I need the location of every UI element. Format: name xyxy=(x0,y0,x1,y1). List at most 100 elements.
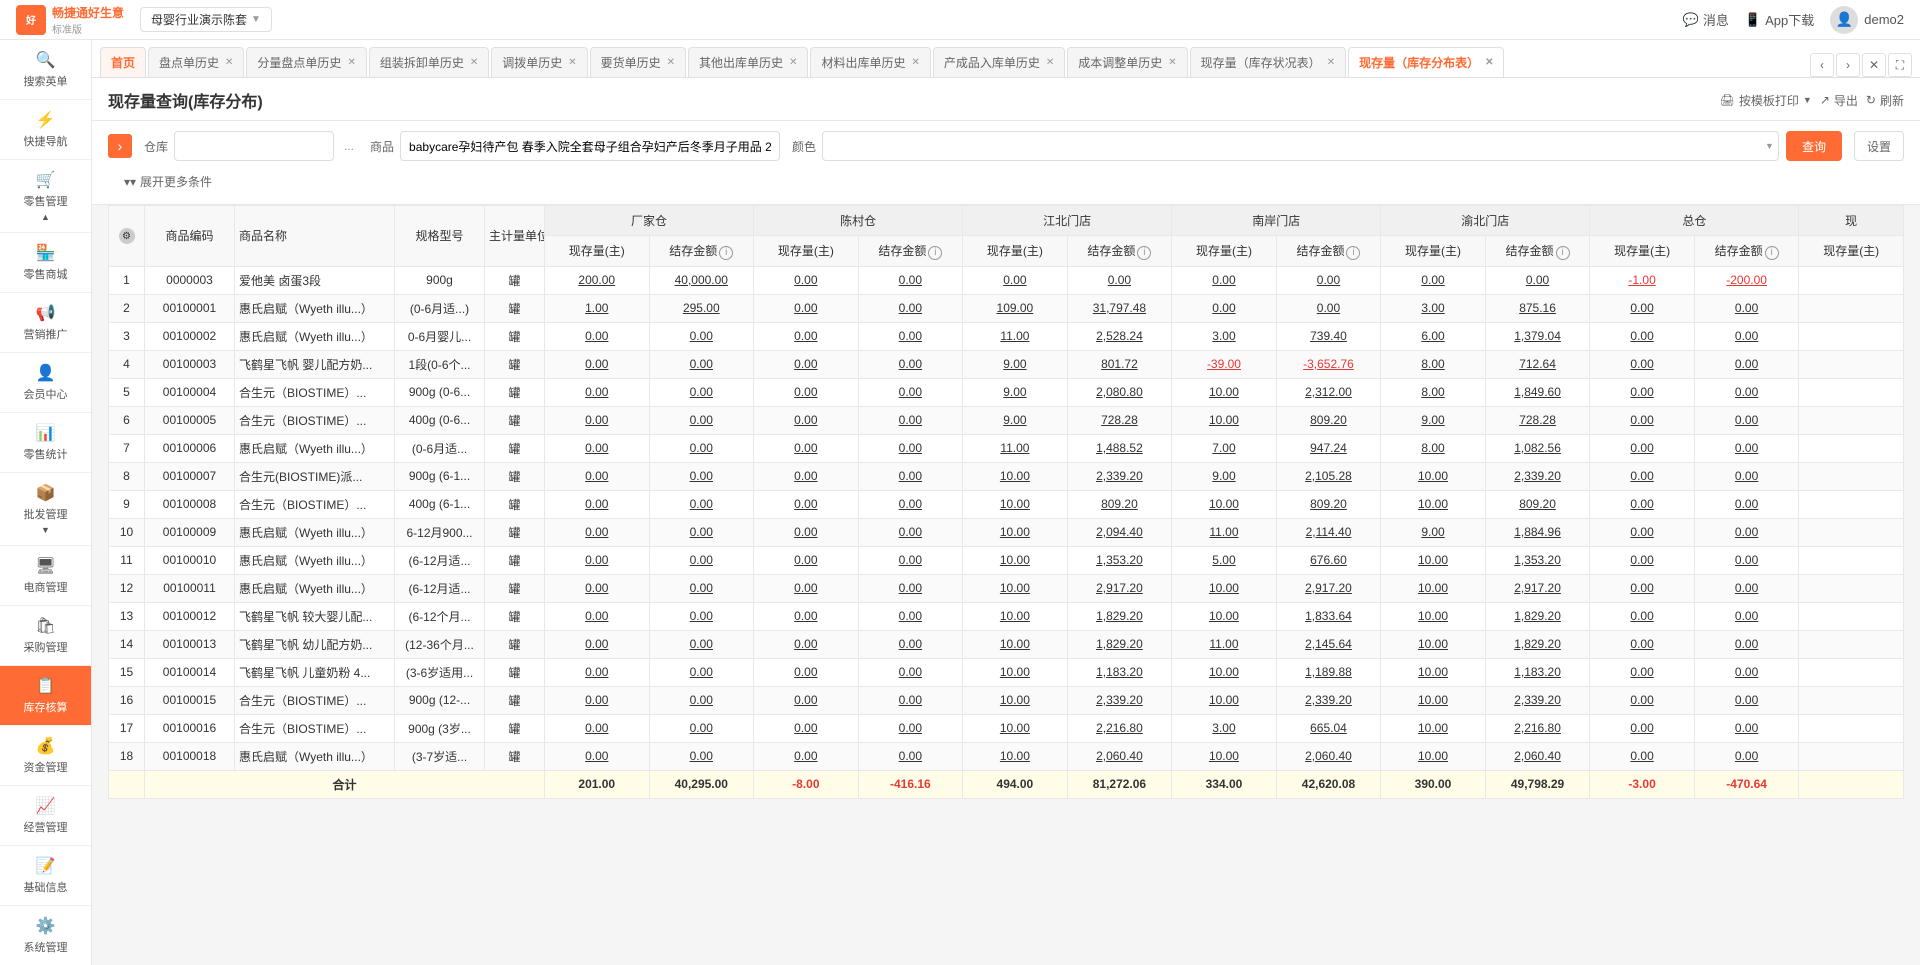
color-input[interactable] xyxy=(822,131,1779,161)
tab-close-icon[interactable]: ✕ xyxy=(1168,57,1176,68)
app-download-btn[interactable]: 📱 App下载 xyxy=(1745,10,1814,29)
tab-cost-adjust[interactable]: 成本调整单历史 ✕ xyxy=(1067,47,1187,77)
refresh-btn[interactable]: ↻ 刷新 xyxy=(1866,92,1904,109)
tab-branch-count[interactable]: 分量盘点单历史 ✕ xyxy=(246,47,366,77)
tab-close-icon[interactable]: ✕ xyxy=(568,57,576,68)
info-icon[interactable]: i xyxy=(719,246,733,260)
tab-product-in[interactable]: 产成品入库单历史 ✕ xyxy=(933,47,1065,77)
tab-home[interactable]: 首页 xyxy=(100,47,146,77)
sidebar-item-purchase[interactable]: 🛍 采购管理 xyxy=(0,606,91,666)
inventory-icon: 📋 xyxy=(36,676,56,696)
export-icon: ↗ xyxy=(1820,93,1830,107)
shop-icon: 🏪 xyxy=(36,243,56,263)
tab-close-icon[interactable]: ✕ xyxy=(911,57,919,68)
ecommerce-icon: 🖥 xyxy=(35,556,55,576)
settings-icon[interactable]: ⚙ xyxy=(119,228,135,244)
sidebar: 🔍 搜索英单 ⚡ 快捷导航 🛒 零售管理 ▲ 🏪 零售商城 📢 营销推广 � xyxy=(0,40,92,965)
search-row: › 仓库 ... 商品 颜色 ▼ xyxy=(108,131,1904,161)
warehouse-dots-btn[interactable]: ... xyxy=(340,139,358,153)
expand-conditions-btn[interactable]: ▾▾ 展开更多条件 xyxy=(116,169,1904,194)
chevron-down-icon: ▼ xyxy=(1803,95,1812,105)
sidebar-item-inventory[interactable]: 📋 库存核算 xyxy=(0,666,91,726)
query-button[interactable]: 查询 xyxy=(1786,131,1842,161)
tab-assembly[interactable]: 组装拆卸单历史 ✕ xyxy=(369,47,489,77)
table-row: 1100100010惠氏启赋（Wyeth illu...）(6-12月适...罐… xyxy=(109,546,1904,574)
user-area[interactable]: 👤 demo2 xyxy=(1830,6,1904,34)
page-content: 现存量查询(库存分布) 🖨 按模板打印 ▼ ↗ 导出 ↻ xyxy=(92,78,1920,965)
sidebar-item-member[interactable]: 👤 会员中心 xyxy=(0,353,91,413)
table-row: 900100008合生元（BIOSTIME）...400g (6-1...罐0.… xyxy=(109,490,1904,518)
finance-icon: 💰 xyxy=(36,736,56,756)
tab-request[interactable]: 要货单历史 ✕ xyxy=(590,47,686,77)
table-row: 800100007合生元(BIOSTIME)派...900g (6-1...罐0… xyxy=(109,462,1904,490)
col-subheader-w5-amt: 结存金额i xyxy=(1485,236,1590,267)
tab-next-btn[interactable]: › xyxy=(1836,53,1860,77)
tab-inventory-count[interactable]: 盘点单历史 ✕ xyxy=(148,47,244,77)
table-row: 1600100015合生元（BIOSTIME）...900g (12-...罐0… xyxy=(109,686,1904,714)
col-header-warehouse-total: 总仓 xyxy=(1590,206,1799,236)
info-icon[interactable]: i xyxy=(1137,246,1151,260)
arrow-up-icon: ▲ xyxy=(41,212,50,222)
sidebar-item-retail[interactable]: 🛒 零售管理 ▲ xyxy=(0,160,91,233)
table-area: ⚙ 商品编码 商品名称 规格型号 主计量单位 厂家仓 陈村仓 江北门店 南岸门店 xyxy=(92,205,1920,965)
table-row: 1000100009惠氏启赋（Wyeth illu...）6-12月900...… xyxy=(109,518,1904,546)
tab-transfer[interactable]: 调拨单历史 ✕ xyxy=(491,47,587,77)
product-field: 商品 xyxy=(370,131,780,161)
message-btn[interactable]: 💬 消息 xyxy=(1683,10,1729,29)
col-subheader-cur-qty: 现存量(主) xyxy=(1799,236,1904,267)
summary-row: 合计201.0040,295.00-8.00-416.16494.0081,27… xyxy=(109,770,1904,798)
sidebar-item-wholesale[interactable]: 📦 批发管理 ▼ xyxy=(0,473,91,546)
sidebar-item-stats[interactable]: 📊 零售统计 xyxy=(0,413,91,473)
retail-icon: 🛒 xyxy=(36,170,56,190)
tab-stock-dist[interactable]: 现存量（库存分布表） ✕ xyxy=(1348,47,1504,77)
warehouse-input[interactable] xyxy=(174,131,334,161)
tab-close-icon[interactable]: ✕ xyxy=(1046,57,1054,68)
tab-close-icon[interactable]: ✕ xyxy=(347,57,355,68)
tab-close-icon[interactable]: ✕ xyxy=(789,57,797,68)
col-subheader-w1-amt: 结存金额i xyxy=(649,236,754,267)
tab-close-icon[interactable]: ✕ xyxy=(225,57,233,68)
info-icon[interactable]: i xyxy=(928,246,942,260)
color-field: 颜色 ▼ xyxy=(792,131,1774,161)
company-dropdown[interactable]: 母婴行业演示陈套 ▼ xyxy=(140,7,272,32)
table-row: 700100006惠氏启赋（Wyeth illu...）(0-6月适...罐0.… xyxy=(109,434,1904,462)
info-icon[interactable]: i xyxy=(1346,246,1360,260)
color-label: 颜色 xyxy=(792,138,816,155)
sidebar-item-basic[interactable]: 📝 基础信息 xyxy=(0,846,91,906)
sidebar-item-finance[interactable]: 💰 资金管理 xyxy=(0,726,91,786)
chevron-down-icon: ▼ xyxy=(251,14,261,25)
member-icon: 👤 xyxy=(36,363,56,383)
sidebar-item-system[interactable]: ⚙️ 系统管理 xyxy=(0,906,91,965)
col-header-settings[interactable]: ⚙ xyxy=(109,206,145,267)
tab-material-out[interactable]: 材料出库单历史 ✕ xyxy=(810,47,930,77)
print-btn[interactable]: 🖨 按模板打印 ▼ xyxy=(1720,92,1812,109)
tab-prev-btn[interactable]: ‹ xyxy=(1810,53,1834,77)
sidebar-item-retail-shop[interactable]: 🏪 零售商城 xyxy=(0,233,91,293)
product-input[interactable] xyxy=(400,131,780,161)
logo-text: 畅捷通好生意 标准版 xyxy=(52,4,124,36)
collapse-btn[interactable]: › xyxy=(108,134,132,158)
top-bar: 好 畅捷通好生意 标准版 母婴行业演示陈套 ▼ 💬 消息 📱 App下载 xyxy=(0,0,1920,40)
sidebar-item-ecommerce[interactable]: 🖥 电商管理 xyxy=(0,546,91,606)
table-row: 1700100016合生元（BIOSTIME）...900g (3岁...罐0.… xyxy=(109,714,1904,742)
sidebar-item-nav[interactable]: ⚡ 快捷导航 xyxy=(0,100,91,160)
table-row: 1400100013飞鹤星飞帆 幼儿配方奶...(12-36个月...罐0.00… xyxy=(109,630,1904,658)
setting-button[interactable]: 设置 xyxy=(1854,131,1904,161)
col-header-warehouse-2: 陈村仓 xyxy=(754,206,963,236)
export-btn[interactable]: ↗ 导出 xyxy=(1820,92,1858,109)
tab-close-icon[interactable]: ✕ xyxy=(470,57,478,68)
basic-icon: 📝 xyxy=(36,856,56,876)
info-icon[interactable]: i xyxy=(1765,246,1779,260)
tab-close-icon[interactable]: ✕ xyxy=(667,57,675,68)
tab-stock-status[interactable]: 现存量（库存状况表） ✕ xyxy=(1190,47,1346,77)
sidebar-item-search[interactable]: 🔍 搜索英单 xyxy=(0,40,91,100)
tab-close-icon[interactable]: ✕ xyxy=(1485,57,1493,68)
tab-other-out[interactable]: 其他出库单历史 ✕ xyxy=(688,47,808,77)
tab-close-icon[interactable]: ✕ xyxy=(1327,57,1335,68)
sidebar-item-operation[interactable]: 📈 经营管理 xyxy=(0,786,91,846)
tab-fullscreen-btn[interactable]: ⛶ xyxy=(1888,53,1912,77)
col-subheader-wt-qty: 现存量(主) xyxy=(1590,236,1695,267)
sidebar-item-marketing[interactable]: 📢 营销推广 xyxy=(0,293,91,353)
tab-close-all-btn[interactable]: ✕ xyxy=(1862,53,1886,77)
info-icon[interactable]: i xyxy=(1556,246,1570,260)
